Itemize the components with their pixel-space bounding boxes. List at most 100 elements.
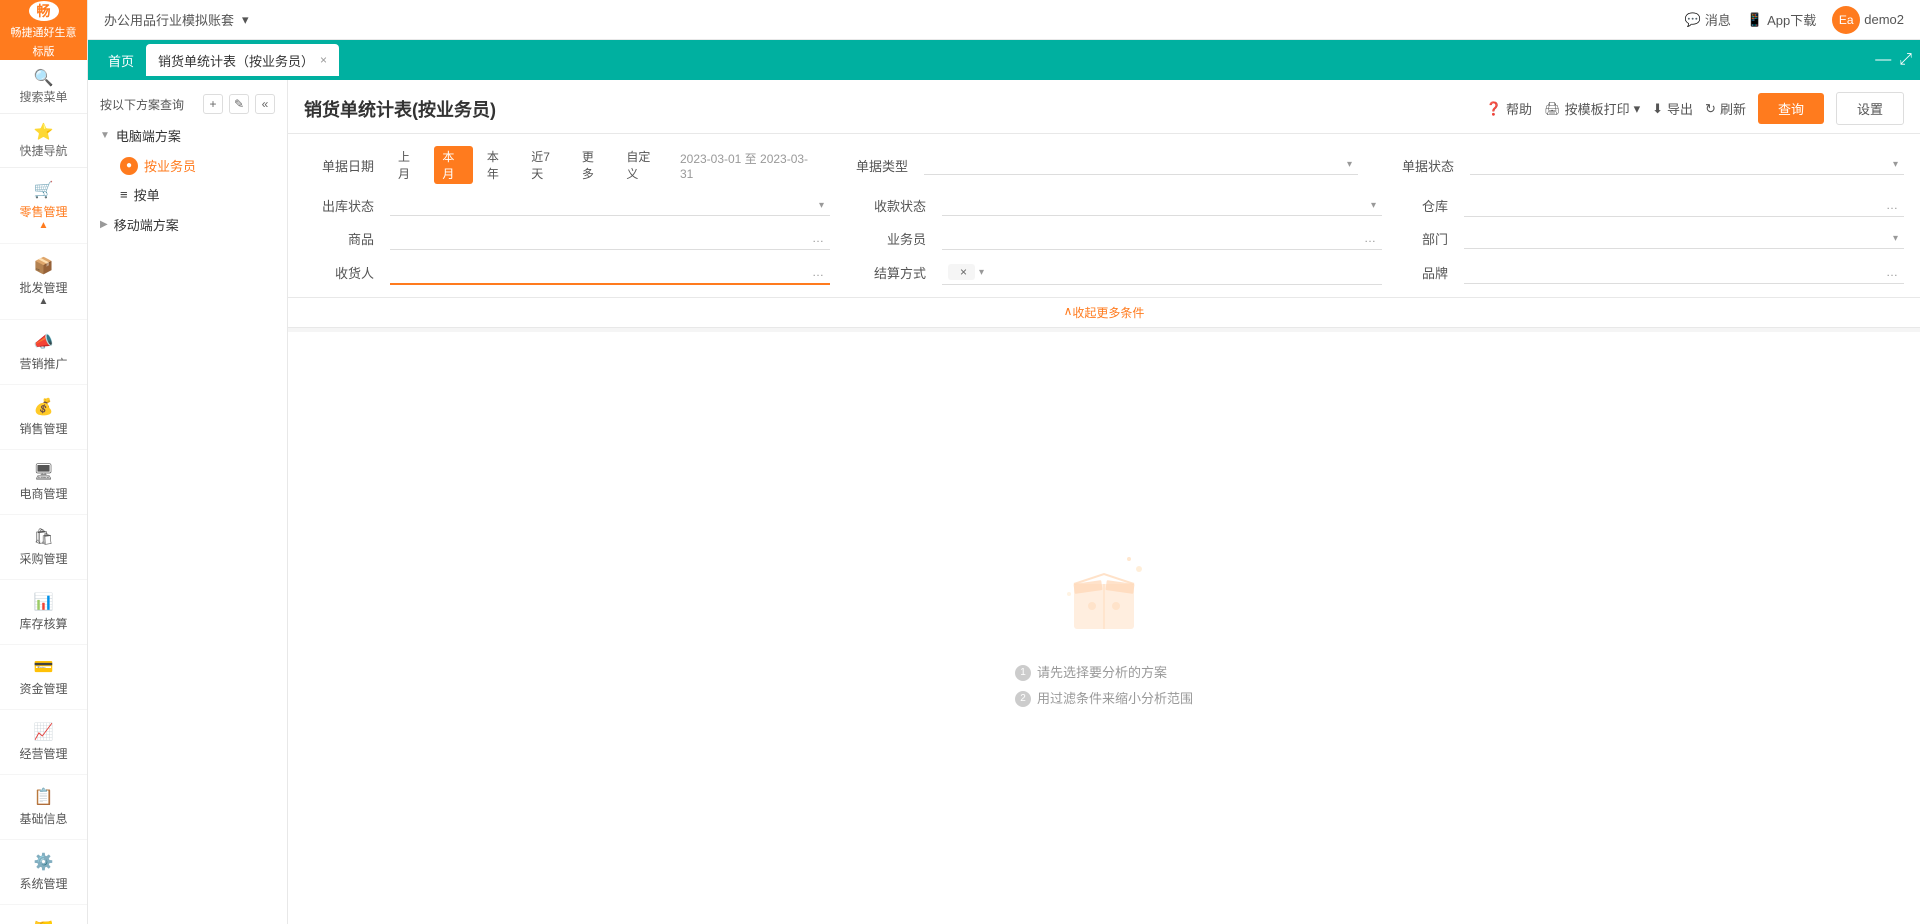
tab-close-btn[interactable]: × (320, 53, 327, 67)
department-label: 部门 (1398, 229, 1448, 248)
receiptstatus-label: 收款状态 (846, 196, 926, 215)
operations-icon: 📈 (34, 722, 54, 742)
brand-label: 品牌 (1398, 263, 1448, 282)
enterprise-icon: 🤝 (34, 917, 54, 924)
date-tab-more[interactable]: 更多 (574, 146, 612, 184)
query-button[interactable]: 查询 (1758, 93, 1824, 124)
print-btn[interactable]: 🖨 按模板打印 ▾ (1544, 99, 1640, 118)
breadcrumb: 办公用品行业模拟账套 (104, 10, 234, 29)
refresh-btn[interactable]: ↻ 刷新 (1705, 99, 1746, 118)
tab-home[interactable]: 首页 (96, 44, 146, 76)
tree-item-salesman[interactable]: ● 按业务员 (108, 151, 287, 180)
docstatus-field[interactable]: ▾ (1470, 155, 1904, 175)
outstatus-field[interactable]: ▾ (390, 196, 830, 216)
filter-section: 单据日期 上月 本月 本年 近7天 更多 自定义 2023-03-01 至 20… (288, 134, 1920, 298)
goods-field[interactable]: … (390, 227, 830, 250)
empty-state: 1 请先选择要分析的方案 2 用过滤条件来缩小分析范围 (288, 332, 1920, 924)
tree-item-order[interactable]: ≡ 按单 (108, 180, 287, 209)
tab-expand-btn[interactable]: ⤢ (1899, 51, 1912, 69)
sidebar-item-finance[interactable]: 💳 资金管理 (0, 645, 87, 710)
date-filter-cell: 上月 本月 本年 近7天 更多 自定义 2023-03-01 至 2023-03… (390, 146, 812, 184)
logo-subtitle: 标版 (33, 43, 55, 59)
tab-bar-right: — ⤢ (1875, 51, 1912, 69)
sales-icon: 💰 (34, 397, 54, 417)
help-btn[interactable]: ❓ 帮助 (1486, 99, 1532, 118)
date-tab-custom[interactable]: 自定义 (618, 146, 668, 184)
tree-section-mobile[interactable]: ▶ 移动端方案 (88, 209, 287, 240)
filter-row-1: 单据日期 上月 本月 本年 近7天 更多 自定义 2023-03-01 至 20… (304, 146, 1904, 184)
content-area: 按以下方案查询 + ✎ « ▼ 电脑端方案 ● 按业务员 ≡ 按单 (88, 80, 1920, 924)
outstatus-label: 出库状态 (304, 196, 374, 215)
collapse-bar[interactable]: ∧ 收起更多条件 (288, 298, 1920, 328)
page-actions: ❓ 帮助 🖨 按模板打印 ▾ ⬇ 导出 ↻ 刷新 (1486, 92, 1904, 125)
tree-section-pc[interactable]: ▼ 电脑端方案 (88, 120, 287, 151)
warehouse-dots[interactable]: … (1886, 198, 1898, 212)
logo-text: 畅捷通好生意 (11, 24, 77, 40)
system-icon: ⚙️ (34, 852, 54, 872)
sidebar-item-purchase[interactable]: 🛍 采购管理 (0, 515, 87, 580)
date-tab-7days[interactable]: 近7天 (523, 146, 568, 184)
brand-dots[interactable]: … (1886, 265, 1898, 279)
tree-arrow-mobile: ▶ (100, 219, 108, 230)
empty-step-1: 1 请先选择要分析的方案 (1015, 660, 1193, 686)
top-bar: 办公用品行业模拟账套 ▾ 💬 消息 📱 App下载 Ea demo2 (88, 0, 1920, 40)
inventory-icon: 📊 (34, 592, 54, 612)
empty-step-2: 2 用过滤条件来缩小分析范围 (1015, 686, 1193, 712)
date-tab-thisyear[interactable]: 本年 (479, 146, 517, 184)
payment-field[interactable]: × ▾ (942, 260, 1382, 285)
date-range: 2023-03-01 至 2023-03-31 (680, 150, 812, 181)
sidebar-item-ecommerce[interactable]: 🖥 电商管理 (0, 450, 87, 515)
date-tab-thismonth[interactable]: 本月 (434, 146, 472, 184)
doctype-field[interactable]: ▾ (924, 155, 1358, 175)
brand-field[interactable]: … (1464, 261, 1904, 284)
empty-text: 1 请先选择要分析的方案 2 用过滤条件来缩小分析范围 (1015, 660, 1193, 712)
sidebar-item-retail[interactable]: 🛒 零售管理 ▲ (0, 168, 87, 244)
sidebar-item-shortcut[interactable]: ⭐ 快捷导航 (0, 114, 87, 168)
settings-button[interactable]: 设置 (1836, 92, 1904, 125)
collapse-panel-btn[interactable]: « (255, 94, 275, 114)
goods-dots[interactable]: … (812, 231, 824, 245)
marketing-icon: 📣 (34, 332, 54, 352)
filter-row-2: 出库状态 ▾ 收款状态 ▾ 仓库 … (304, 194, 1904, 217)
sidebar-item-system[interactable]: ⚙️ 系统管理 (0, 840, 87, 905)
warehouse-field[interactable]: … (1464, 194, 1904, 217)
tree-sub-pc: ● 按业务员 ≡ 按单 (88, 151, 287, 209)
basic-icon: 📋 (34, 787, 54, 807)
receiptstatus-field[interactable]: ▾ (942, 196, 1382, 216)
sidebar-item-basic[interactable]: 📋 基础信息 (0, 775, 87, 840)
breadcrumb-arrow[interactable]: ▾ (242, 12, 249, 28)
receiver-field[interactable]: … (390, 261, 830, 285)
sidebar-item-inventory[interactable]: 📊 库存核算 (0, 580, 87, 645)
message-btn[interactable]: 💬 消息 (1685, 10, 1731, 29)
sidebar-item-wholesale[interactable]: 📦 批发管理 ▲ (0, 244, 87, 320)
step-num-2: 2 (1015, 691, 1031, 707)
add-scheme-btn[interactable]: + (203, 94, 223, 114)
date-tab-lastmonth[interactable]: 上月 (390, 146, 428, 184)
docstatus-arrow: ▾ (1893, 159, 1898, 170)
payment-close[interactable]: × (960, 265, 967, 279)
sidebar-item-sales[interactable]: 💰 销售管理 (0, 385, 87, 450)
help-icon: ❓ (1486, 101, 1502, 117)
finance-icon: 💳 (34, 657, 54, 677)
sidebar: 畅 畅捷通好生意 标版 🔍 搜索菜单 ⭐ 快捷导航 🛒 零售管理 ▲ 📦 批发管… (0, 0, 88, 924)
sidebar-item-enterprise[interactable]: 🤝 企业协同 (0, 905, 87, 924)
app-download-btn[interactable]: 📱 App下载 (1747, 10, 1816, 29)
refresh-icon: ↻ (1705, 101, 1716, 117)
sidebar-item-marketing[interactable]: 📣 营销推广 (0, 320, 87, 385)
outstatus-arrow: ▾ (819, 200, 824, 211)
tab-sales-stats[interactable]: 销货单统计表（按业务员） × (146, 44, 339, 76)
sidebar-logo: 畅 畅捷通好生意 标版 (0, 0, 88, 60)
receiver-dots[interactable]: … (812, 265, 824, 279)
export-icon: ⬇ (1652, 101, 1663, 117)
export-btn[interactable]: ⬇ 导出 (1652, 99, 1693, 118)
salesman-field[interactable]: … (942, 227, 1382, 250)
avatar: Ea (1832, 6, 1860, 34)
tab-minimize-btn[interactable]: — (1875, 51, 1891, 69)
salesman-dots[interactable]: … (1364, 231, 1376, 245)
department-field[interactable]: ▾ (1464, 229, 1904, 249)
edit-scheme-btn[interactable]: ✎ (229, 94, 249, 114)
sidebar-item-operations[interactable]: 📈 经营管理 (0, 710, 87, 775)
wholesale-icon: 📦 (34, 256, 54, 276)
sidebar-item-search[interactable]: 🔍 搜索菜单 (0, 60, 87, 114)
user-menu[interactable]: Ea demo2 (1832, 6, 1904, 34)
